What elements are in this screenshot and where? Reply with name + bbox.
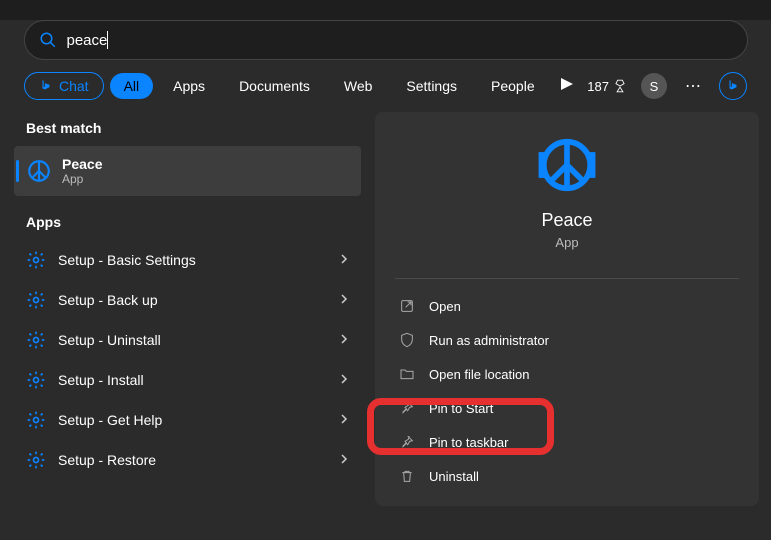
web-label: Web (344, 78, 373, 94)
detail-app-icon (375, 134, 759, 196)
gear-icon (26, 450, 46, 470)
shield-icon (399, 332, 415, 348)
gear-icon (26, 290, 46, 310)
apps-header: Apps (12, 206, 363, 240)
best-match-type: App (62, 172, 102, 186)
chevron-right-icon (339, 373, 349, 387)
app-label: Setup - Back up (58, 292, 327, 308)
filter-row: Chat All Apps Documents Web Settings Peo… (0, 72, 771, 112)
gear-icon (26, 410, 46, 430)
pin-taskbar-label: Pin to taskbar (429, 435, 509, 450)
app-result-item[interactable]: Setup - Get Help (12, 400, 363, 440)
gear-icon (26, 330, 46, 350)
detail-type: App (375, 235, 759, 250)
gear-icon (26, 370, 46, 390)
pin-icon (399, 434, 415, 450)
avatar-initial: S (650, 79, 659, 94)
open-icon (399, 298, 415, 314)
pin-start-label: Pin to Start (429, 401, 493, 416)
uninstall-action[interactable]: Uninstall (375, 459, 759, 493)
search-bar[interactable]: peace (24, 20, 748, 60)
web-pill[interactable]: Web (330, 73, 387, 99)
detail-name: Peace (375, 210, 759, 231)
folder-icon (399, 366, 415, 382)
all-label: All (124, 78, 140, 94)
trash-icon (399, 468, 415, 484)
detail-panel: Peace App Open Run as administrator Open… (375, 112, 759, 506)
documents-pill[interactable]: Documents (225, 73, 324, 99)
results-area: Best match Peace App Apps Setup - B (0, 112, 771, 506)
people-pill[interactable]: People (477, 73, 549, 99)
points-value: 187 (587, 79, 609, 94)
app-result-item[interactable]: Setup - Restore (12, 440, 363, 480)
bing-logo-icon (726, 79, 740, 93)
peace-icon (26, 158, 52, 184)
open-label: Open (429, 299, 461, 314)
app-result-item[interactable]: Setup - Install (12, 360, 363, 400)
chevron-right-icon (339, 333, 349, 347)
user-avatar[interactable]: S (641, 73, 667, 99)
gear-icon (26, 250, 46, 270)
run-admin-label: Run as administrator (429, 333, 549, 348)
run-admin-action[interactable]: Run as administrator (375, 323, 759, 357)
app-result-item[interactable]: Setup - Basic Settings (12, 240, 363, 280)
app-label: Setup - Get Help (58, 412, 327, 428)
more-filters-icon[interactable] (561, 77, 573, 95)
bing-icon (39, 79, 53, 93)
apps-pill[interactable]: Apps (159, 73, 219, 99)
chat-pill[interactable]: Chat (24, 72, 104, 100)
pin-taskbar-action[interactable]: Pin to taskbar (375, 425, 759, 459)
chevron-right-icon (339, 293, 349, 307)
open-action[interactable]: Open (375, 289, 759, 323)
app-label: Setup - Restore (58, 452, 327, 468)
settings-pill[interactable]: Settings (392, 73, 471, 99)
medal-icon (613, 79, 627, 93)
peace-icon-large (536, 134, 598, 196)
best-match-item[interactable]: Peace App (14, 146, 361, 196)
open-location-action[interactable]: Open file location (375, 357, 759, 391)
chevron-right-icon (339, 253, 349, 267)
bing-chat-button[interactable] (719, 72, 747, 100)
open-location-label: Open file location (429, 367, 529, 382)
pin-icon (399, 400, 415, 416)
uninstall-label: Uninstall (429, 469, 479, 484)
chat-label: Chat (59, 78, 89, 94)
app-label: Setup - Basic Settings (58, 252, 327, 268)
settings-label: Settings (406, 78, 457, 94)
all-pill[interactable]: All (110, 73, 154, 99)
search-window: { "search": { "value": "peace" }, "filte… (0, 20, 771, 540)
people-label: People (491, 78, 535, 94)
app-label: Setup - Install (58, 372, 327, 388)
app-result-item[interactable]: Setup - Uninstall (12, 320, 363, 360)
chevron-right-icon (339, 453, 349, 467)
results-list: Best match Peace App Apps Setup - B (12, 112, 363, 506)
apps-label: Apps (173, 78, 205, 94)
best-match-name: Peace (62, 156, 102, 172)
more-icon[interactable]: ⋯ (681, 76, 705, 96)
rewards-points[interactable]: 187 (587, 79, 627, 94)
selection-accent (16, 160, 19, 182)
documents-label: Documents (239, 78, 310, 94)
app-result-item[interactable]: Setup - Back up (12, 280, 363, 320)
app-label: Setup - Uninstall (58, 332, 327, 348)
best-match-header: Best match (12, 112, 363, 146)
pin-start-action[interactable]: Pin to Start (375, 391, 759, 425)
chevron-right-icon (339, 413, 349, 427)
